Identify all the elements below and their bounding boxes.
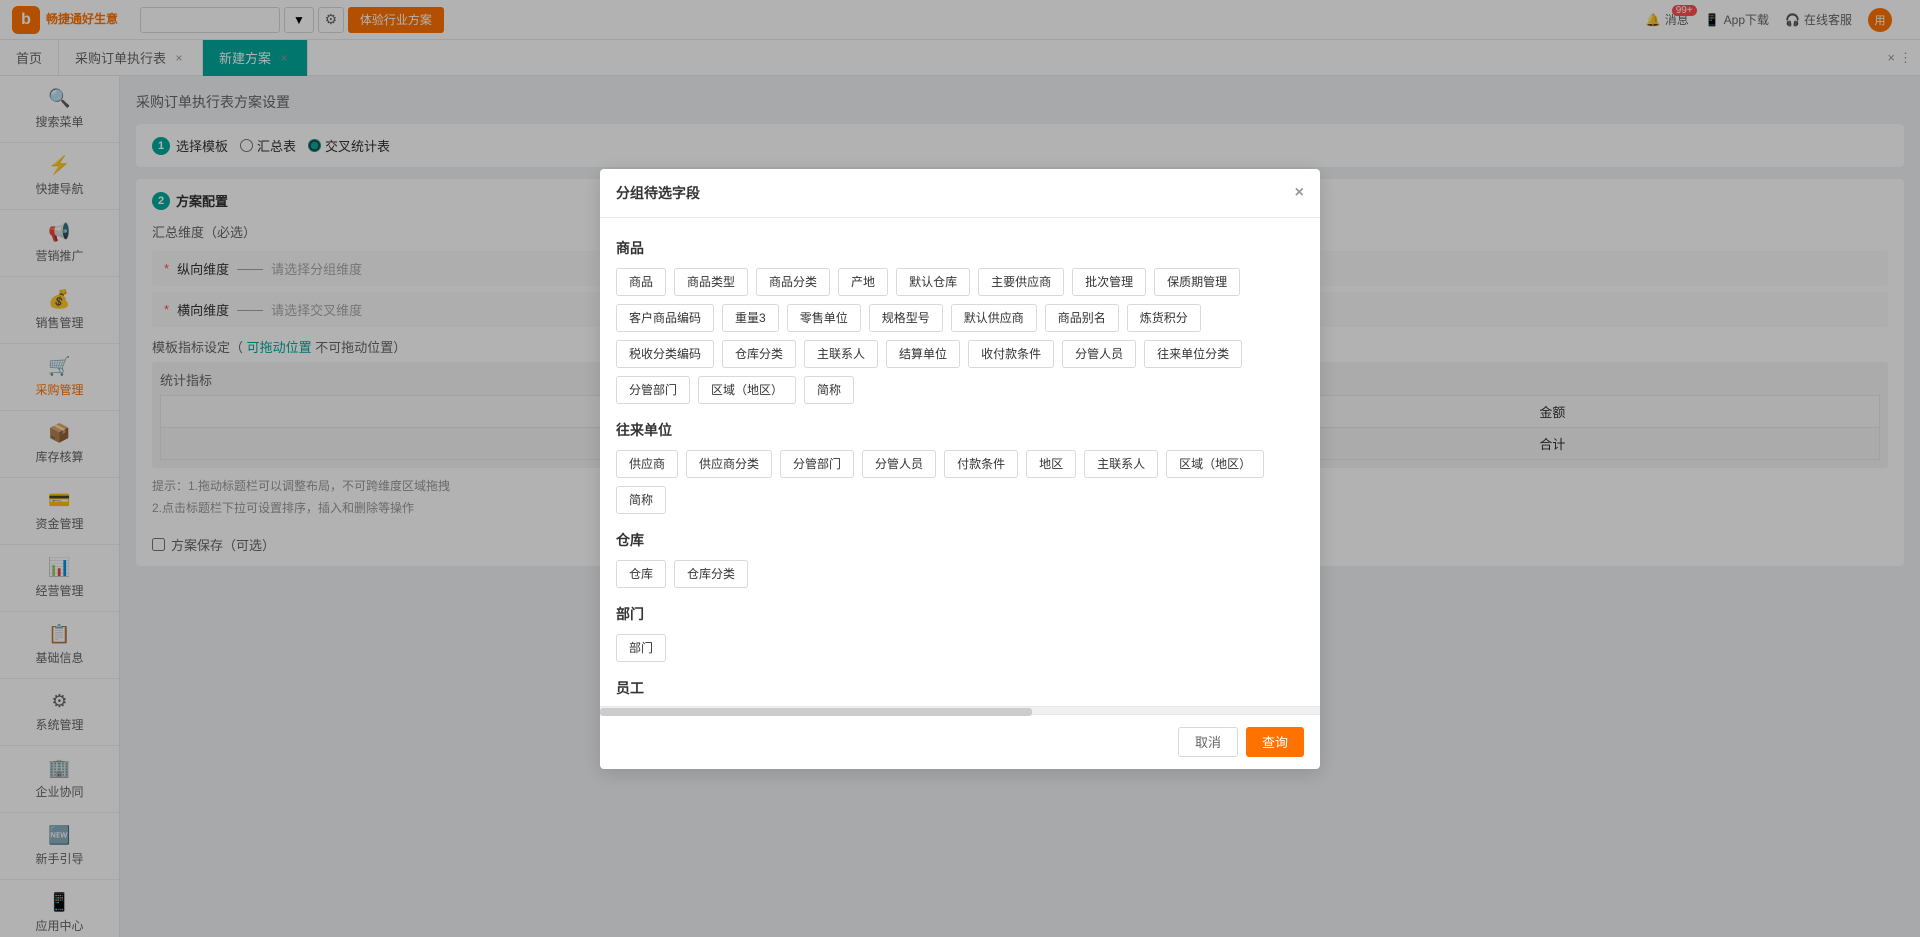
field-tag-批次管理[interactable]: 批次管理 [1072,268,1146,296]
section-counterpart: 往来单位 供应商 供应商分类 分管部门 分管人员 付款条件 地区 主联系人 区域… [616,420,1304,514]
modal-overlay: 分组待选字段 × 商品 商品 商品类型 商品分类 产地 默认仓库 主要供应商 批… [0,0,1920,937]
modal-footer: 取消 查询 [600,714,1320,769]
field-tag-税收分类编码[interactable]: 税收分类编码 [616,340,714,368]
section-employee-title: 员工 [616,678,1304,698]
section-counterpart-fields: 供应商 供应商分类 分管部门 分管人员 付款条件 地区 主联系人 区域（地区） … [616,450,1304,514]
field-tag-仓库分类[interactable]: 仓库分类 [722,340,796,368]
field-tag-往来单位分类[interactable]: 往来单位分类 [1144,340,1242,368]
section-department-fields: 部门 [616,634,1304,662]
section-warehouse-title: 仓库 [616,530,1304,550]
cancel-button[interactable]: 取消 [1178,727,1238,757]
field-tag-收付款条件[interactable]: 收付款条件 [968,340,1054,368]
modal-body: 商品 商品 商品类型 商品分类 产地 默认仓库 主要供应商 批次管理 保质期管理… [600,218,1320,706]
section-goods-fields: 商品 商品类型 商品分类 产地 默认仓库 主要供应商 批次管理 保质期管理 客户… [616,268,1304,404]
modal-hscroll-thumb [600,708,1032,716]
field-tag-供应商[interactable]: 供应商 [616,450,678,478]
field-tag-主要供应商[interactable]: 主要供应商 [978,268,1064,296]
section-warehouse-fields: 仓库 仓库分类 [616,560,1304,588]
section-employee: 员工 业务员 [616,678,1304,706]
field-tag-炼货积分[interactable]: 炼货积分 [1127,304,1201,332]
field-tag-供应商分类[interactable]: 供应商分类 [686,450,772,478]
field-tag-客户商品编码[interactable]: 客户商品编码 [616,304,714,332]
field-tag-简称-cp[interactable]: 简称 [616,486,666,514]
field-tag-付款条件[interactable]: 付款条件 [944,450,1018,478]
section-department: 部门 部门 [616,604,1304,662]
field-tag-结算单位[interactable]: 结算单位 [886,340,960,368]
section-warehouse: 仓库 仓库 仓库分类 [616,530,1304,588]
modal-close-btn[interactable]: × [1295,184,1304,202]
section-department-title: 部门 [616,604,1304,624]
field-tag-保质期管理[interactable]: 保质期管理 [1154,268,1240,296]
field-tag-默认仓库[interactable]: 默认仓库 [896,268,970,296]
field-tag-重量3[interactable]: 重量3 [722,304,779,332]
field-tag-商品类型[interactable]: 商品类型 [674,268,748,296]
field-tag-仓库[interactable]: 仓库 [616,560,666,588]
section-goods: 商品 商品 商品类型 商品分类 产地 默认仓库 主要供应商 批次管理 保质期管理… [616,238,1304,404]
field-tag-主联系人-goods[interactable]: 主联系人 [804,340,878,368]
field-tag-默认供应商[interactable]: 默认供应商 [951,304,1037,332]
field-tag-分管人员-cp[interactable]: 分管人员 [862,450,936,478]
field-tag-分管部门-cp[interactable]: 分管部门 [780,450,854,478]
field-tag-主联系人-cp[interactable]: 主联系人 [1084,450,1158,478]
field-tag-商品别名[interactable]: 商品别名 [1045,304,1119,332]
confirm-button[interactable]: 查询 [1246,727,1304,757]
field-tag-部门[interactable]: 部门 [616,634,666,662]
modal-header: 分组待选字段 × [600,169,1320,218]
field-tag-商品分类[interactable]: 商品分类 [756,268,830,296]
section-goods-title: 商品 [616,238,1304,258]
field-tag-商品[interactable]: 商品 [616,268,666,296]
field-selection-modal: 分组待选字段 × 商品 商品 商品类型 商品分类 产地 默认仓库 主要供应商 批… [600,169,1320,769]
field-tag-零售单位[interactable]: 零售单位 [787,304,861,332]
field-tag-仓库分类-wh[interactable]: 仓库分类 [674,560,748,588]
field-tag-区域地区-cp[interactable]: 区域（地区） [1166,450,1264,478]
field-tag-产地[interactable]: 产地 [838,268,888,296]
section-counterpart-title: 往来单位 [616,420,1304,440]
field-tag-简称-goods[interactable]: 简称 [804,376,854,404]
field-tag-分管部门-goods[interactable]: 分管部门 [616,376,690,404]
field-tag-分管人员-goods[interactable]: 分管人员 [1062,340,1136,368]
field-tag-区域地区-goods[interactable]: 区域（地区） [698,376,796,404]
modal-horizontal-scrollbar[interactable] [600,706,1320,714]
field-tag-地区[interactable]: 地区 [1026,450,1076,478]
field-tag-规格型号[interactable]: 规格型号 [869,304,943,332]
modal-title: 分组待选字段 [616,183,700,203]
